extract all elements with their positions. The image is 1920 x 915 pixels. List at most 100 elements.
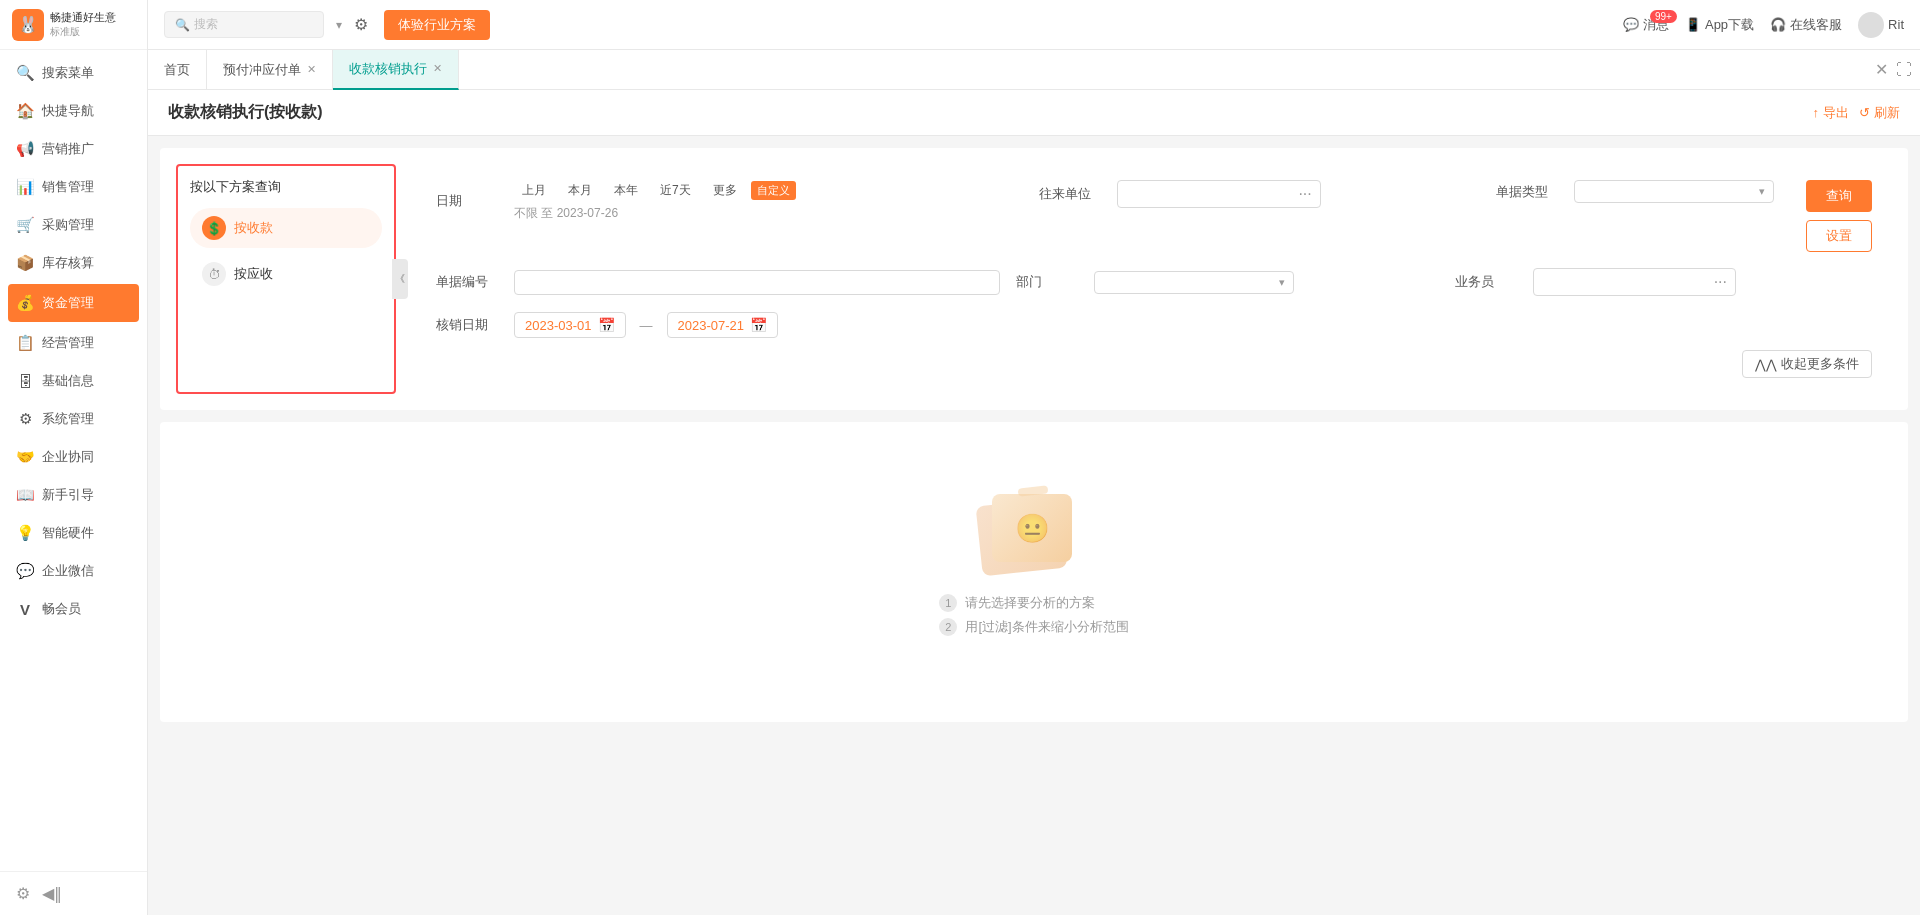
filter-option-collection[interactable]: 💲 按收款 [190,208,382,248]
app-logo: 🐰 畅捷通好生意 标准版 [0,0,147,50]
dept-select[interactable]: ▾ [1094,271,1294,294]
sales-icon: 📊 [16,178,34,196]
tab-prepay[interactable]: 预付冲应付单 ✕ [207,50,333,90]
dept-label: 部门 [1016,273,1086,291]
operations-icon: 📋 [16,334,34,352]
tab-collection[interactable]: 收款核销执行 ✕ [333,50,459,90]
sidebar-menu: 🔍 搜索菜单 🏠 快捷导航 📢 营销推广 📊 销售管理 🛒 采购管理 📦 库存核… [0,50,147,871]
avatar [1858,12,1884,38]
content: 收款核销执行(按收款) ↑ 导出 ↺ 刷新 按以下方案查询 💲 按收款 [148,90,1920,915]
sidebar-item-sales[interactable]: 📊 销售管理 [0,168,147,206]
app-download-btn[interactable]: 📱 App下载 [1685,16,1754,34]
bill-type-filter: 单据类型 ▾ [1496,180,1774,203]
settings-footer-icon[interactable]: ⚙ [16,884,30,903]
filter-option-receivable[interactable]: ⏱ 按应收 [190,254,382,294]
custom-date-badge[interactable]: 自定义 [751,181,796,200]
messages-badge: 99+ [1650,10,1677,23]
refresh-btn[interactable]: ↺ 刷新 [1859,104,1900,122]
tabbar-actions: ✕ ⛶ [1867,60,1920,79]
inventory-icon: 📦 [16,254,34,272]
online-service-btn[interactable]: 🎧 在线客服 [1770,16,1842,34]
sidebar-item-vip[interactable]: V 畅会员 [0,590,147,628]
sidebar-footer: ⚙ ◀‖ [0,871,147,915]
sidebar-item-basic-info[interactable]: 🗄 基础信息 [0,362,147,400]
empty-tip-2: 2 用[过滤]条件来缩小分析范围 [939,618,1128,636]
page-actions: ↑ 导出 ↺ 刷新 [1813,104,1901,122]
this-year-btn[interactable]: 本年 [606,180,646,201]
bill-no-input-wrap[interactable] [514,270,1000,295]
setting-btn[interactable]: 设置 [1806,220,1872,252]
staff-input-wrap[interactable]: ··· [1533,268,1736,296]
bill-no-label: 单据编号 [436,273,506,291]
empty-box-front: 😐 [992,494,1072,562]
last-month-btn[interactable]: 上月 [514,180,554,201]
date-filter-group: 日期 上月 本月 本年 近7天 更多 自定义 不限 至 2023-07-26 [436,180,1023,222]
staff-input[interactable] [1542,275,1710,290]
sidebar-item-nav[interactable]: 🏠 快捷导航 [0,92,147,130]
query-btn[interactable]: 查询 [1806,180,1872,212]
tab-close-collection[interactable]: ✕ [433,62,442,75]
filter-action-buttons: 查询 设置 [1790,180,1872,252]
sidebar-item-wechat[interactable]: 💬 企业微信 [0,552,147,590]
verify-date-filter: 核销日期 2023-03-01 📅 — 2023-07-21 📅 [436,312,778,338]
gear-icon-topbar[interactable]: ⚙ [354,15,368,34]
more-date-btn[interactable]: 更多 [705,180,745,201]
collapse-sidebar-icon[interactable]: ◀‖ [42,884,62,903]
app-name: 畅捷通好生意 [50,10,116,24]
empty-illustration: 😐 [974,482,1094,582]
counterpart-input[interactable] [1126,187,1294,202]
service-icon: 🎧 [1770,17,1786,32]
collapse-more-btn[interactable]: ⋀⋀ 收起更多条件 [1742,350,1872,378]
empty-tip-1: 1 请先选择要分析的方案 [939,594,1128,612]
bill-type-label: 单据类型 [1496,183,1566,201]
verify-date-start-input[interactable]: 2023-03-01 📅 [514,312,626,338]
sidebar-item-search[interactable]: 🔍 搜索菜单 [0,54,147,92]
collapse-left-btn[interactable]: 《 [392,259,408,299]
tip-num-1: 1 [939,594,957,612]
tab-home[interactable]: 首页 [148,50,207,90]
last-7days-btn[interactable]: 近7天 [652,180,699,201]
sidebar-item-purchase[interactable]: 🛒 采购管理 [0,206,147,244]
sidebar-item-operations[interactable]: 📋 经营管理 [0,324,147,362]
sidebar-item-system[interactable]: ⚙ 系统管理 [0,400,147,438]
sidebar-item-collab[interactable]: 🤝 企业协同 [0,438,147,476]
close-tab-icon[interactable]: ✕ [1875,60,1888,79]
empty-tips: 1 请先选择要分析的方案 2 用[过滤]条件来缩小分析范围 [939,594,1128,642]
tab-close-prepay[interactable]: ✕ [307,63,316,76]
sidebar-item-guide[interactable]: 📖 新手引导 [0,476,147,514]
logo-icon: 🐰 [12,9,44,41]
staff-more-icon[interactable]: ··· [1714,273,1727,291]
calendar-start-icon: 📅 [598,317,615,333]
sidebar-item-hardware[interactable]: 💡 智能硬件 [0,514,147,552]
user-menu[interactable]: Rit [1858,12,1904,38]
topbar-search[interactable]: 🔍 搜索 [164,11,324,38]
dept-chevron-icon: ▾ [1279,276,1285,289]
bill-no-input[interactable] [523,275,991,290]
bill-type-chevron-icon: ▾ [1759,185,1765,198]
empty-face-icon: 😐 [1015,512,1050,545]
filter-panel-title: 按以下方案查询 [190,178,382,196]
date-quick-buttons: 上月 本月 本年 近7天 更多 自定义 [514,180,796,201]
messages-btn[interactable]: 💬 消息 99+ [1623,16,1669,34]
topbar-right: 💬 消息 99+ 📱 App下载 🎧 在线客服 Rit [1623,12,1904,38]
tabbar: 首页 预付冲应付单 ✕ 收款核销执行 ✕ ✕ ⛶ [148,50,1920,90]
sidebar-item-marketing[interactable]: 📢 营销推广 [0,130,147,168]
maximize-icon[interactable]: ⛶ [1896,61,1912,79]
search-icon-topbar: 🔍 [175,18,190,32]
counterpart-input-wrap[interactable]: ··· [1117,180,1320,208]
sidebar-item-inventory[interactable]: 📦 库存核算 [0,244,147,282]
dropdown-arrow-icon[interactable]: ▾ [336,18,342,32]
this-month-btn[interactable]: 本月 [560,180,600,201]
tip-num-2: 2 [939,618,957,636]
home-icon: 🏠 [16,102,34,120]
main-area: 🔍 搜索 ▾ ⚙ 体验行业方案 💬 消息 99+ 📱 App下载 🎧 在线客服 … [148,0,1920,915]
guide-icon: 📖 [16,486,34,504]
bill-type-select[interactable]: ▾ [1574,180,1774,203]
app-edition: 标准版 [50,25,116,39]
counterpart-more-icon[interactable]: ··· [1298,185,1311,203]
collapse-icon: 《 [395,272,405,286]
sidebar-item-finance[interactable]: 💰 资金管理 [8,284,139,322]
solution-btn[interactable]: 体验行业方案 [384,10,490,40]
export-btn[interactable]: ↑ 导出 [1813,104,1850,122]
verify-date-end-input[interactable]: 2023-07-21 📅 [667,312,779,338]
